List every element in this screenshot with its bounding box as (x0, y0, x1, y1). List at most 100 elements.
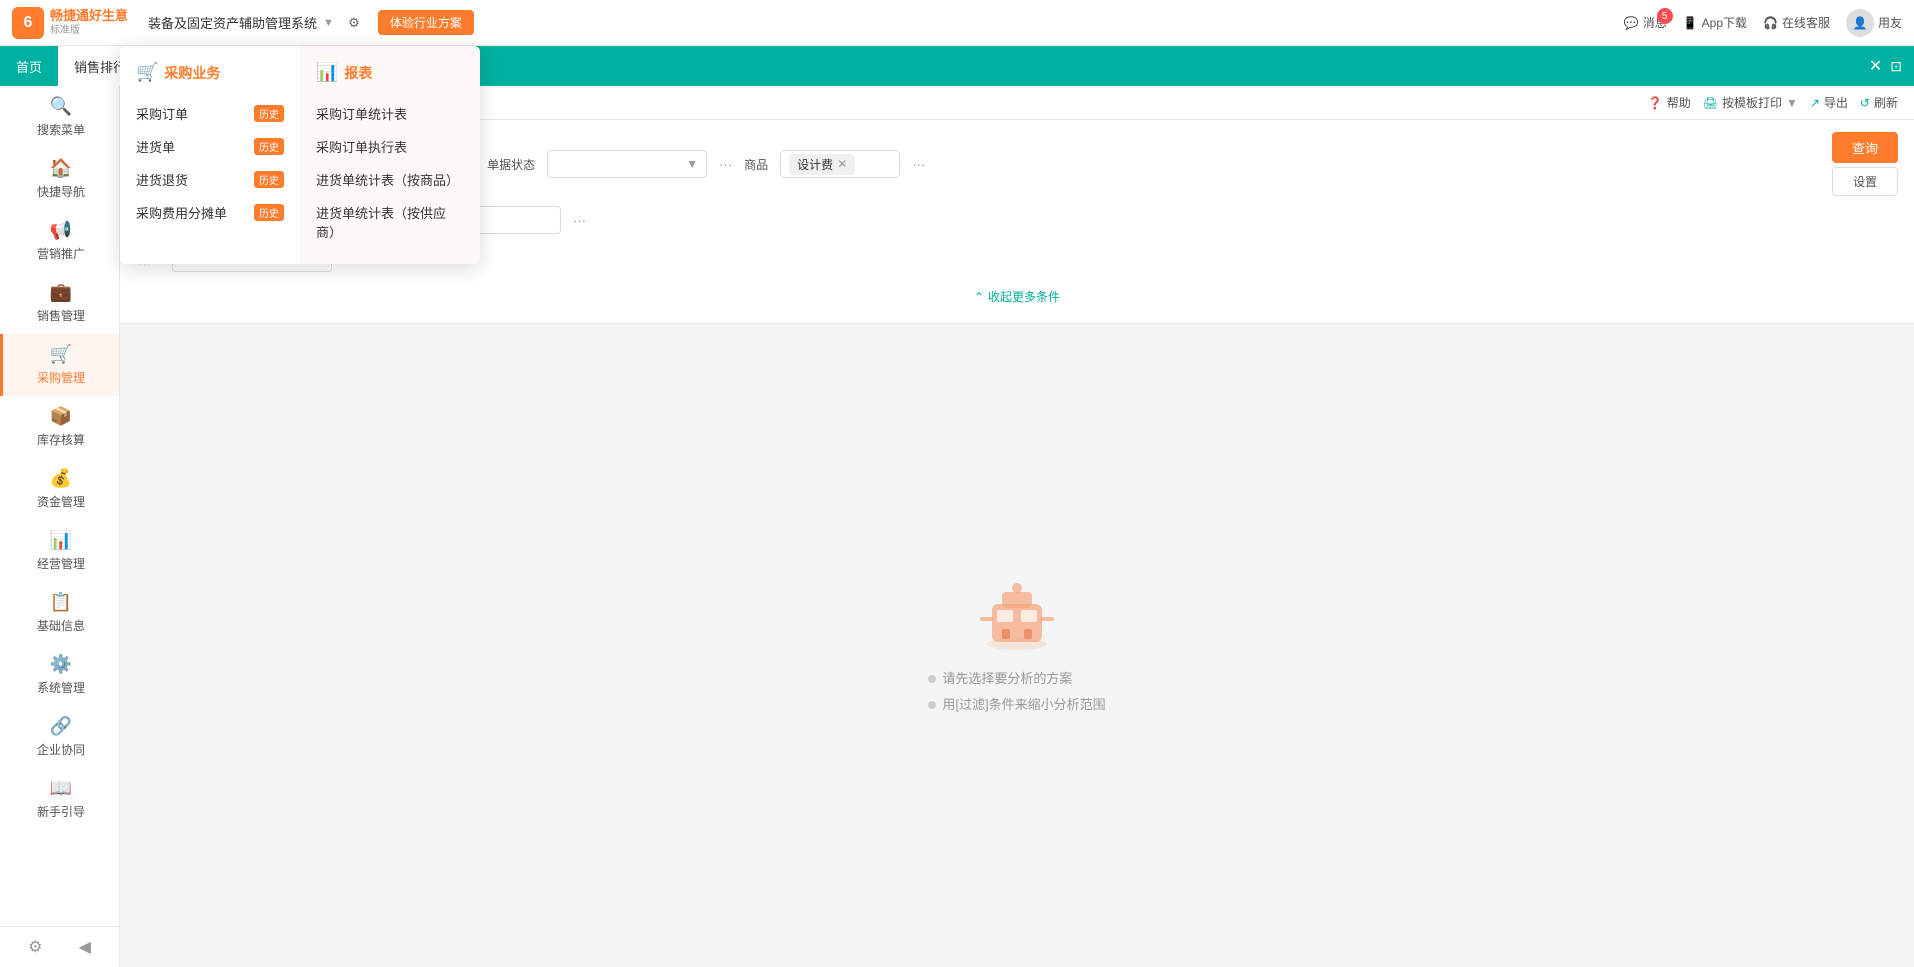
message-icon: 💬 (1624, 16, 1639, 30)
home-icon: 🏠 (50, 158, 72, 179)
status-more-icon[interactable]: ··· (719, 157, 732, 172)
logo-icon: 6 (12, 7, 44, 39)
settings-icon[interactable]: ⚙ (342, 11, 366, 35)
sidebar-label-quick-nav: 快捷导航 (37, 183, 85, 200)
refresh-icon: ↺ (1860, 96, 1870, 110)
sidebar-item-operations[interactable]: 📊 经营管理 (0, 520, 119, 582)
sidebar-collapse-button[interactable]: ◀ (79, 937, 91, 957)
sidebar-label-basic-info: 基础信息 (37, 617, 85, 634)
dropdown-report-title: 📊 报表 (316, 62, 464, 83)
help-label: 帮助 (1667, 94, 1691, 111)
tab-bar-right: ✕ ⊡ (1869, 56, 1914, 76)
basic-info-icon: 📋 (50, 592, 72, 613)
sidebar-item-sales[interactable]: 💼 销售管理 (0, 272, 119, 334)
help-button[interactable]: ❓ 帮助 (1648, 94, 1691, 111)
dropdown-inbound[interactable]: 进货单 历史 (136, 130, 284, 163)
logo-area: 6 畅捷通好生意 标准版 (12, 7, 132, 39)
status-dropdown-icon: ▼ (686, 157, 698, 171)
sidebar-settings-button[interactable]: ⚙ (28, 937, 42, 957)
brand-name: 畅捷通好生意 (50, 8, 128, 25)
dropdown-po-exec[interactable]: 采购订单执行表 (316, 130, 464, 163)
sidebar-item-search[interactable]: 🔍 搜索菜单 (0, 86, 119, 148)
sidebar-item-inventory[interactable]: 📦 库存核算 (0, 396, 119, 458)
header-center: 装备及固定资产辅助管理系统 ▼ ⚙ 体验行业方案 (132, 10, 1624, 35)
collapse-button[interactable]: ⌃ 收起更多条件 (136, 282, 1898, 311)
sidebar-item-quick-nav[interactable]: 🏠 快捷导航 (0, 148, 119, 210)
operations-icon: 📊 (50, 530, 72, 551)
inventory-icon: 📦 (50, 406, 72, 427)
dropdown-inbound-stats-goods[interactable]: 进货单统计表（按商品） (316, 163, 464, 196)
top-header: 6 畅捷通好生意 标准版 装备及固定资产辅助管理系统 ▼ ⚙ 体验行业方案 💬 … (0, 0, 1914, 46)
tab-home[interactable]: 首页 (0, 46, 58, 86)
query-button[interactable]: 查询 (1832, 132, 1898, 163)
sales-icon: 💼 (50, 282, 72, 303)
dropdown-inbound-stats-supplier[interactable]: 进货单统计表（按供应商） (316, 196, 464, 248)
sidebar-item-guide[interactable]: 📖 新手引导 (0, 768, 119, 830)
sidebar-item-finance[interactable]: 💰 资金管理 (0, 458, 119, 520)
export-button[interactable]: ↗ 导出 (1810, 94, 1848, 111)
message-button[interactable]: 💬 消息 5 (1624, 14, 1667, 31)
dropdown-inbound-return[interactable]: 进货退货 历史 (136, 163, 284, 196)
help-icon: ❓ (1648, 96, 1663, 110)
empty-hint: 请先选择要分析的方案 用[过滤]条件来缩小分析范围 (928, 666, 1105, 718)
dot-2 (928, 701, 936, 709)
app-download-button[interactable]: 📱 App下载 (1683, 14, 1747, 31)
goods-more-icon[interactable]: ··· (912, 157, 925, 172)
sidebar-item-purchase[interactable]: 🛒 采购管理 (0, 334, 119, 396)
finance-icon: 💰 (50, 468, 72, 489)
empty-hint-1: 请先选择要分析的方案 (928, 666, 1105, 692)
guide-icon: 📖 (50, 778, 72, 799)
dropdown-arrow-icon[interactable]: ▼ (323, 17, 334, 29)
dropdown-po-stats[interactable]: 采购订单统计表 (316, 97, 464, 130)
sidebar-item-system[interactable]: ⚙️ 系统管理 (0, 644, 119, 706)
report-col-icon: 📊 (316, 62, 338, 83)
print-dropdown-icon[interactable]: ▼ (1786, 96, 1798, 110)
goods-tag: 设计费 ✕ (789, 154, 855, 175)
online-service-button[interactable]: 🎧 在线客服 (1763, 14, 1830, 31)
industry-button[interactable]: 体验行业方案 (378, 10, 474, 35)
hist-badge-1: 历史 (254, 138, 284, 155)
salesperson-more-icon[interactable]: ··· (573, 213, 586, 228)
enterprise-icon: 🔗 (50, 716, 72, 737)
settings-button[interactable]: 设置 (1832, 167, 1898, 196)
online-service-label: 在线客服 (1782, 14, 1830, 31)
sidebar-label-inventory: 库存核算 (37, 431, 85, 448)
sidebar-label-purchase: 采购管理 (37, 369, 85, 386)
goods-tag-remove[interactable]: ✕ (837, 157, 847, 171)
refresh-label: 刷新 (1874, 94, 1898, 111)
refresh-button[interactable]: ↺ 刷新 (1860, 94, 1898, 111)
status-select[interactable]: ▼ (547, 150, 707, 178)
export-label: 导出 (1824, 94, 1848, 111)
goods-input[interactable]: 设计费 ✕ (780, 150, 900, 178)
empty-illustration (967, 574, 1067, 654)
hist-badge-3: 历史 (254, 204, 284, 221)
tab-bar-expand-icon[interactable]: ⊡ (1890, 58, 1902, 75)
sidebar-item-basic-info[interactable]: 📋 基础信息 (0, 582, 119, 644)
sidebar-footer: ⚙ ◀ (0, 926, 119, 967)
dropdown-purchase-col: 🛒 采购业务 采购订单 历史 进货单 历史 进货退货 历史 采购费用分摊单 历史 (120, 46, 300, 264)
marketing-icon: 📢 (50, 220, 72, 241)
search-icon: 🔍 (50, 96, 72, 117)
dropdown-report-col: 📊 报表 采购订单统计表 采购订单执行表 进货单统计表（按商品） 进货单统计表（… (300, 46, 480, 264)
empty-state: 请先选择要分析的方案 用[过滤]条件来缩小分析范围 (120, 324, 1914, 967)
tab-bar-close-icon[interactable]: ✕ (1869, 56, 1882, 76)
hist-badge-0: 历史 (254, 105, 284, 122)
system-icon: ⚙️ (50, 654, 72, 675)
sidebar-label-enterprise: 企业协同 (37, 741, 85, 758)
purchase-col-icon: 🛒 (136, 62, 158, 83)
sidebar-item-enterprise[interactable]: 🔗 企业协同 (0, 706, 119, 768)
print-button[interactable]: 🖨 按模板打印 ▼ (1703, 94, 1798, 111)
purchase-dropdown-menu: 🛒 采购业务 采购订单 历史 进货单 历史 进货退货 历史 采购费用分摊单 历史 (120, 46, 480, 264)
user-button[interactable]: 👤 用友 (1846, 9, 1902, 37)
print-label: 按模板打印 (1722, 94, 1782, 111)
chevron-up-icon: ⌃ (974, 290, 984, 304)
main-layout: 🔍 搜索菜单 🏠 快捷导航 📢 营销推广 💼 销售管理 🛒 采购管理 📦 库存核… (0, 86, 1914, 967)
query-actions: 查询 设置 (1832, 132, 1898, 196)
sidebar: 🔍 搜索菜单 🏠 快捷导航 📢 营销推广 💼 销售管理 🛒 采购管理 📦 库存核… (0, 86, 120, 967)
sidebar-label-guide: 新手引导 (37, 803, 85, 820)
logo-text: 畅捷通好生意 标准版 (50, 8, 128, 38)
dropdown-purchase-expense[interactable]: 采购费用分摊单 历史 (136, 196, 284, 229)
dropdown-purchase-order[interactable]: 采购订单 历史 (136, 97, 284, 130)
sidebar-item-marketing[interactable]: 📢 营销推广 (0, 210, 119, 272)
system-title: 装备及固定资产辅助管理系统 (148, 13, 317, 32)
